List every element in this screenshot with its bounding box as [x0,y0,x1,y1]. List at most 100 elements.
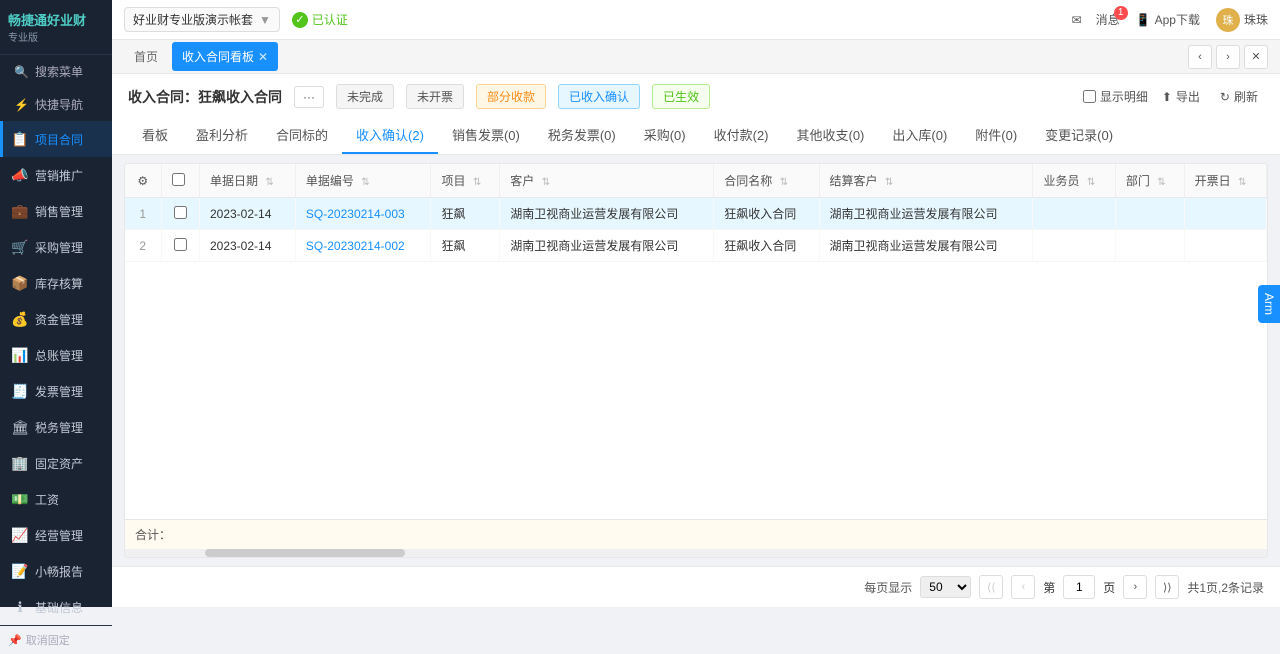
td-checkbox-1[interactable] [161,198,199,230]
th-department[interactable]: 部门 ⇅ [1115,164,1184,198]
th-settle-customer[interactable]: 结算客户 ⇅ [819,164,1033,198]
more-button[interactable]: ··· [294,86,324,108]
status-uninvoiced[interactable]: 未开票 [406,84,464,109]
sub-tab-tax-invoice[interactable]: 税务发票(0) [534,117,630,154]
sidebar-sales-label: 销售管理 [35,203,83,220]
pagination-first-button[interactable]: ⟨⟨ [979,575,1003,599]
status-uncomplete[interactable]: 未完成 [336,84,394,109]
show-detail-checkbox[interactable] [1083,90,1096,103]
app-download-button[interactable]: 📱 App下载 [1136,11,1200,28]
td-settle-2: 湖南卫视商业运营发展有限公司 [819,230,1033,262]
export-button[interactable]: ⬆ 导出 [1156,85,1206,108]
sidebar-item-quick-nav[interactable]: ⚡ 快捷导航 [0,88,112,121]
td-contract-2: 狂飙收入合同 [714,230,819,262]
tab-prev-button[interactable]: ‹ [1188,45,1212,69]
sidebar-item-project-contract[interactable]: 📋 项目合同 [0,121,112,157]
sub-tab-sales-invoice[interactable]: 销售发票(0) [438,117,534,154]
horizontal-scrollbar[interactable] [125,549,1267,557]
order-link-1[interactable]: SQ-20230214-003 [306,207,405,221]
sidebar-item-invoice[interactable]: 🧾 发票管理 [0,373,112,409]
sidebar-item-sales[interactable]: 💼 销售管理 [0,193,112,229]
sub-tab-income-confirm[interactable]: 收入确认(2) [342,117,438,154]
status-effective[interactable]: 已生效 [652,84,710,109]
th-contract-name[interactable]: 合同名称 ⇅ [714,164,819,198]
page-label-after: 页 [1103,579,1115,596]
sub-tab-purchase[interactable]: 采购(0) [630,117,700,154]
sort-order-icon: ⇅ [361,177,369,188]
select-all-checkbox[interactable] [172,173,185,186]
table-row[interactable]: 1 2023-02-14 SQ-20230214-003 狂飙 湖南卫视商业运营… [125,198,1267,230]
company-name: 好业财专业版演示帐套 [133,11,253,28]
export-label: 导出 [1176,88,1200,105]
th-invoice-date[interactable]: 开票日 ⇅ [1184,164,1266,198]
th-checkbox[interactable] [161,164,199,198]
sub-tab-board[interactable]: 看板 [128,117,182,154]
sub-tab-warehouse[interactable]: 出入库(0) [878,117,961,154]
refresh-button[interactable]: ↻ 刷新 [1214,85,1264,108]
page-number-input[interactable] [1063,575,1095,599]
status-confirmed[interactable]: 已收入确认 [558,84,640,109]
scrollbar-thumb[interactable] [205,549,405,557]
th-order-no[interactable]: 单据编号 ⇅ [295,164,431,198]
row-checkbox-2[interactable] [174,238,187,251]
company-selector[interactable]: 好业财专业版演示帐套 ▼ [124,7,280,32]
sub-tab-attachments[interactable]: 附件(0) [961,117,1031,154]
sidebar-pin-toggle[interactable]: 📌 取消固定 [0,625,112,654]
sidebar-item-purchase[interactable]: 🛒 采购管理 [0,229,112,265]
sidebar-item-marketing[interactable]: 📣 营销推广 [0,157,112,193]
sidebar-report-label: 小畅报告 [35,563,83,580]
td-checkbox-2[interactable] [161,230,199,262]
info-icon: ℹ [11,598,29,616]
refresh-label: 刷新 [1234,88,1258,105]
tab-close-button[interactable]: ✕ [1244,45,1268,69]
export-icon: ⬆ [1162,90,1172,104]
close-tab-icon[interactable]: ✕ [258,50,268,64]
sidebar-salary-label: 工资 [35,491,59,508]
pagination-last-button[interactable]: ⟩⟩ [1155,575,1179,599]
sidebar-item-basic-info[interactable]: ℹ 基础信息 [0,589,112,625]
sidebar: 畅捷通好业财 专业版 🔍 搜索菜单 ⚡ 快捷导航 📋 项目合同 📣 营销推广 💼… [0,0,112,607]
bank-icon: 🏛 [11,418,29,436]
sort-dept-icon: ⇅ [1157,177,1165,188]
sidebar-item-salary[interactable]: 💵 工资 [0,481,112,517]
tab-bar: 首页 收入合同看板 ✕ ‹ › ✕ [112,40,1280,74]
tab-next-button[interactable]: › [1216,45,1240,69]
sub-tab-payment[interactable]: 收付款(2) [700,117,783,154]
message-button[interactable]: ✉ 1 消息 [1072,11,1120,28]
sidebar-item-finance[interactable]: 💰 资金管理 [0,301,112,337]
sub-tab-profit[interactable]: 盈利分析 [182,117,262,154]
sidebar-item-inventory[interactable]: 📦 库存核算 [0,265,112,301]
table-area: ⚙ 单据日期 ⇅ 单据编号 ⇅ 项目 ⇅ [124,163,1268,558]
sidebar-item-tax[interactable]: 🏛 税务管理 [0,409,112,445]
th-project[interactable]: 项目 ⇅ [431,164,500,198]
pagination-next-button[interactable]: › [1123,575,1147,599]
sub-tab-change-log[interactable]: 变更记录(0) [1031,117,1127,154]
pagination-prev-button[interactable]: ‹ [1011,575,1035,599]
sidebar-item-ledger[interactable]: 📊 总账管理 [0,337,112,373]
th-settings[interactable]: ⚙ [125,164,161,198]
message-icon: ✉ [1072,13,1082,27]
sort-project-icon: ⇅ [473,177,481,188]
sidebar-basic-label: 基础信息 [35,599,83,616]
th-date[interactable]: 单据日期 ⇅ [199,164,295,198]
tab-home[interactable]: 首页 [124,42,168,71]
row-checkbox-1[interactable] [174,206,187,219]
sub-tab-other-income[interactable]: 其他收支(0) [783,117,879,154]
main-content: 好业财专业版演示帐套 ▼ 已认证 ✉ 1 消息 📱 App下载 珠 珠珠 [112,0,1280,607]
show-detail-toggle[interactable]: 显示明细 [1083,88,1148,105]
sidebar-item-operations[interactable]: 📈 经营管理 [0,517,112,553]
page-size-select[interactable]: 20 50 100 [920,576,971,598]
sub-tab-contract-subject[interactable]: 合同标的 [262,117,342,154]
message-badge: 1 [1114,6,1128,20]
user-menu[interactable]: 珠 珠珠 [1216,8,1268,32]
sidebar-item-report[interactable]: 📝 小畅报告 [0,553,112,589]
status-partial-receipt[interactable]: 部分收款 [476,84,546,109]
th-salesman[interactable]: 业务员 ⇅ [1033,164,1115,198]
sidebar-item-search[interactable]: 🔍 搜索菜单 [0,55,112,88]
tab-income-contract[interactable]: 收入合同看板 ✕ [172,42,278,71]
th-customer[interactable]: 客户 ⇅ [500,164,714,198]
sidebar-item-fixed-assets[interactable]: 🏢 固定资产 [0,445,112,481]
right-float-button[interactable]: Arm [1258,285,1280,323]
table-row[interactable]: 2 2023-02-14 SQ-20230214-002 狂飙 湖南卫视商业运营… [125,230,1267,262]
order-link-2[interactable]: SQ-20230214-002 [306,239,405,253]
